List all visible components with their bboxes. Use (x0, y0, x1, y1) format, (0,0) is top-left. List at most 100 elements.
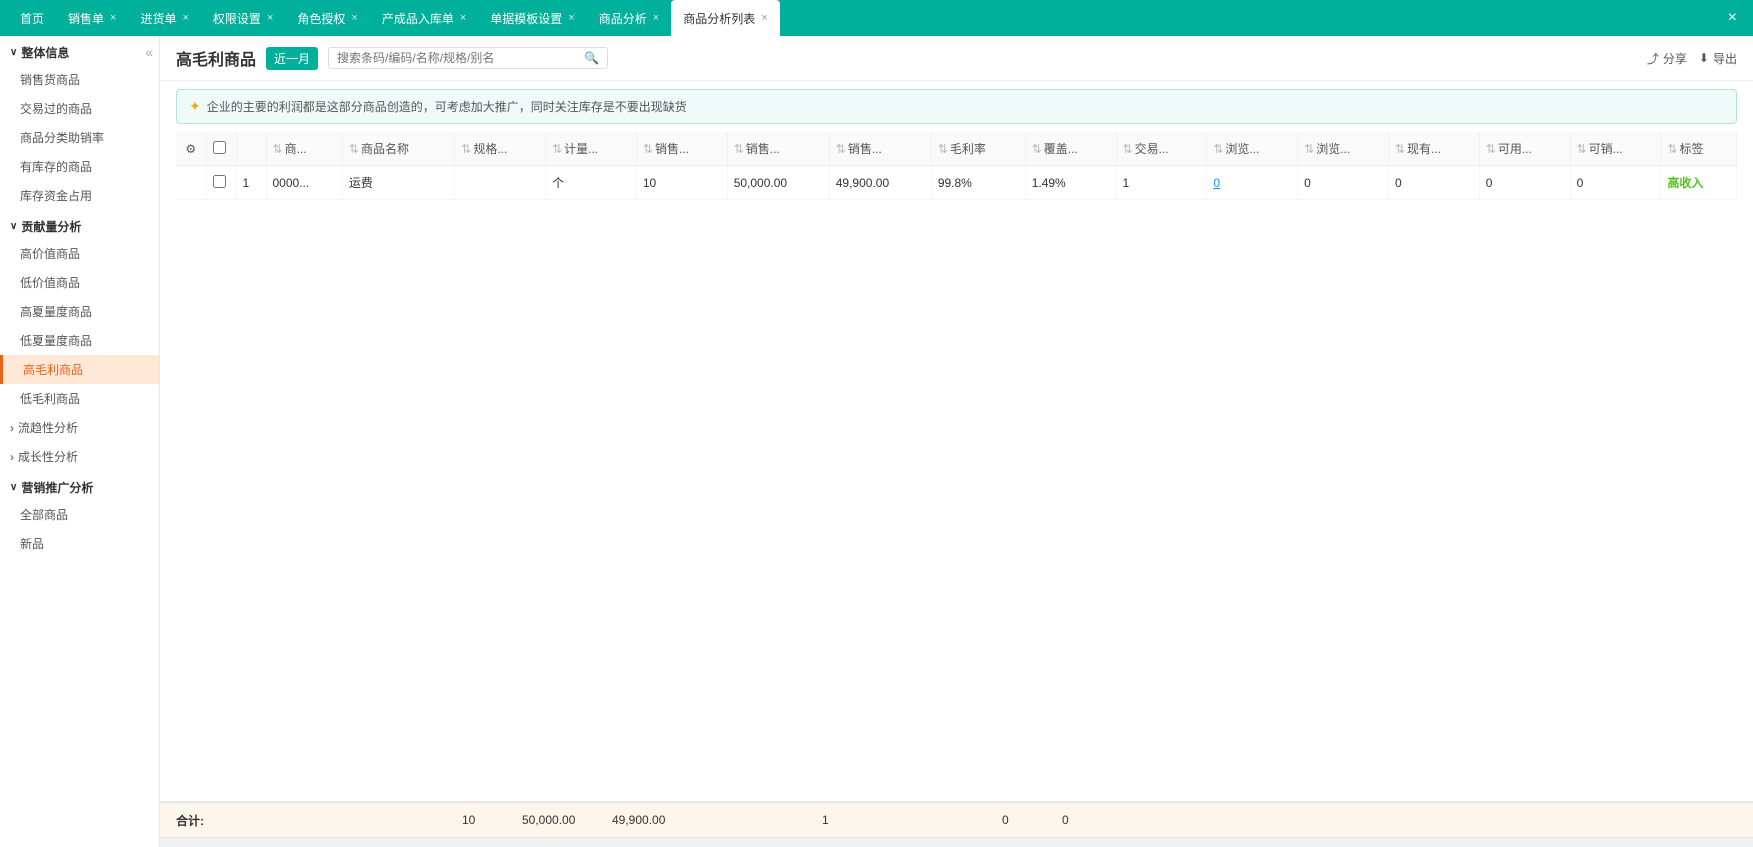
nav-tab-产成品入库单[interactable]: 产成品入库单× (370, 0, 478, 36)
sidebar-group-collapsed[interactable]: ›成长性分析 (0, 442, 159, 471)
tag-label: 高收入 (1667, 176, 1703, 190)
col-sort-icon[interactable]: ⇅ (1123, 142, 1133, 156)
cell-trade: 1 (1116, 166, 1207, 200)
nav-tab-单据模板设置[interactable]: 单据模板设置× (478, 0, 586, 36)
nav-tab-权限设置[interactable]: 权限设置× (201, 0, 285, 36)
browse1-link[interactable]: 0 (1213, 176, 1220, 190)
sidebar-item[interactable]: 低毛利商品 (0, 384, 159, 413)
col-sort-icon[interactable]: ⇅ (836, 142, 846, 156)
footer-sale-qty-val: 10 (456, 813, 516, 827)
col-header-spec: ⇅规格... (455, 132, 546, 166)
search-icon[interactable]: 🔍 (584, 51, 599, 65)
search-input[interactable] (337, 51, 580, 65)
footer-empty4 (936, 813, 996, 827)
cell-coverage: 1.49% (1025, 166, 1116, 200)
footer-empty1 (696, 813, 756, 827)
group-title-label: 整体信息 (21, 44, 69, 61)
col-header-settings: ⚙ (176, 132, 206, 166)
col-sort-icon[interactable]: ⇅ (734, 142, 744, 156)
col-sort-icon[interactable]: ⇅ (1032, 142, 1042, 156)
sidebar-item[interactable]: 高毛利商品 (0, 355, 159, 384)
col-header-stock3: ⇅可销... (1570, 132, 1661, 166)
col-sort-icon[interactable]: ⇅ (552, 142, 562, 156)
col-header-coverage: ⇅覆盖... (1025, 132, 1116, 166)
footer-sale-amt: 50,000.00 (516, 813, 606, 827)
nav-tab-label: 角色授权 (297, 10, 345, 27)
group-title-label: 贡献量分析 (21, 218, 81, 235)
footer-sale-profit: 49,900.00 (606, 813, 696, 827)
sidebar-group-collapsed[interactable]: ›流趋性分析 (0, 413, 159, 442)
time-filter-button[interactable]: 近一月 (266, 47, 318, 70)
horizontal-scrollbar[interactable] (160, 837, 1753, 847)
footer-label: 合计: (176, 812, 256, 829)
settings-icon[interactable]: ⚙ (185, 142, 196, 156)
sidebar-item[interactable]: 有库存的商品 (0, 152, 159, 181)
share-button[interactable]: ⤴ 分享 (1647, 50, 1687, 67)
sidebar-item[interactable]: 低夏量度商品 (0, 326, 159, 355)
sidebar-item[interactable]: 商品分类助销率 (0, 123, 159, 152)
sidebar-item[interactable]: 库存资金占用 (0, 181, 159, 210)
cell-browse2: 0 (1298, 166, 1389, 200)
footer-stock1: 0 (996, 813, 1056, 827)
col-sort-icon[interactable]: ⇅ (1486, 142, 1496, 156)
sidebar-item[interactable]: 高价值商品 (0, 239, 159, 268)
tab-close-icon[interactable]: × (460, 12, 466, 24)
col-sort-icon[interactable]: ⇅ (643, 142, 653, 156)
close-all-button[interactable]: × (1720, 9, 1745, 27)
cell-spec (455, 166, 546, 200)
sidebar-item[interactable]: 新品 (0, 529, 159, 558)
sidebar-item[interactable]: 高夏量度商品 (0, 297, 159, 326)
col-header-tag: ⇅标签 (1661, 132, 1737, 166)
col-header-unit: ⇅计量... (546, 132, 637, 166)
nav-tab-商品分析[interactable]: 商品分析× (587, 0, 671, 36)
cell-saleProfit: 49,900.00 (829, 166, 931, 200)
col-sort-icon[interactable]: ⇅ (461, 142, 471, 156)
sidebar-group-title[interactable]: ∨营销推广分析 (0, 471, 159, 500)
col-sort-icon[interactable]: ⇅ (1577, 142, 1587, 156)
sidebar-item[interactable]: 交易过的商品 (0, 94, 159, 123)
group-title-label: 营销推广分析 (21, 479, 93, 496)
sidebar-item[interactable]: 销售货商品 (0, 65, 159, 94)
tab-close-icon[interactable]: × (351, 12, 357, 24)
sidebar-item[interactable]: 全部商品 (0, 500, 159, 529)
data-table: ⚙⇅商...⇅商品名称⇅规格...⇅计量...⇅销售...⇅销售...⇅销售..… (176, 132, 1737, 200)
col-sort-icon[interactable]: ⇅ (273, 142, 283, 156)
nav-tab-label: 进货单 (140, 10, 176, 27)
sidebar-group-title[interactable]: ∨ 贡献量分析 (0, 210, 159, 239)
tab-close-icon[interactable]: × (568, 12, 574, 24)
group-arrow-icon: ∨ (10, 221, 17, 232)
nav-tab-首页[interactable]: 首页 (8, 0, 56, 36)
cell-settings (176, 166, 206, 200)
col-sort-icon[interactable]: ⇅ (349, 142, 359, 156)
col-sort-icon[interactable]: ⇅ (1213, 142, 1223, 156)
col-header-saleAmt: ⇅销售... (727, 132, 829, 166)
col-header-name: ⇅商品名称 (342, 132, 454, 166)
content-header: 高毛利商品 近一月 🔍 ⤴ 分享 ⬇ 导出 (160, 36, 1753, 81)
tab-close-icon[interactable]: × (182, 12, 188, 24)
nav-tab-角色授权[interactable]: 角色授权 × (285, 0, 369, 36)
row-checkbox[interactable] (213, 175, 226, 188)
sidebar-group-title[interactable]: ∨整体信息 (0, 36, 159, 65)
select-all-checkbox[interactable] (213, 141, 226, 154)
tab-close-icon[interactable]: × (653, 12, 659, 24)
col-sort-icon[interactable]: ⇅ (1304, 142, 1314, 156)
nav-tab-label: 首页 (20, 10, 44, 27)
nav-tab-label: 商品分析列表 (683, 10, 755, 27)
nav-tab-商品分析列表[interactable]: 商品分析列表 × (671, 0, 779, 36)
col-sort-icon[interactable]: ⇅ (1395, 142, 1405, 156)
cell-stock2: 0 (1479, 166, 1570, 200)
tab-close-icon[interactable]: × (267, 12, 273, 24)
table-footer: 合计: 10 50,000.00 49,900.00 1 0 0 (160, 801, 1753, 837)
col-sort-icon[interactable]: ⇅ (1667, 142, 1677, 156)
nav-tab-销售单[interactable]: 销售单× (56, 0, 128, 36)
tab-close-icon[interactable]: × (761, 12, 767, 24)
sidebar-collapse-button[interactable]: « (145, 44, 153, 60)
col-header-code: ⇅商... (266, 132, 342, 166)
tab-close-icon[interactable]: × (110, 12, 116, 24)
cell-browse1: 0 (1207, 166, 1298, 200)
col-sort-icon[interactable]: ⇅ (938, 142, 948, 156)
sidebar-group: ∨营销推广分析全部商品新品 (0, 471, 159, 558)
sidebar-item[interactable]: 低价值商品 (0, 268, 159, 297)
nav-tab-进货单[interactable]: 进货单 × (128, 0, 200, 36)
export-button[interactable]: ⬇ 导出 (1699, 50, 1737, 67)
